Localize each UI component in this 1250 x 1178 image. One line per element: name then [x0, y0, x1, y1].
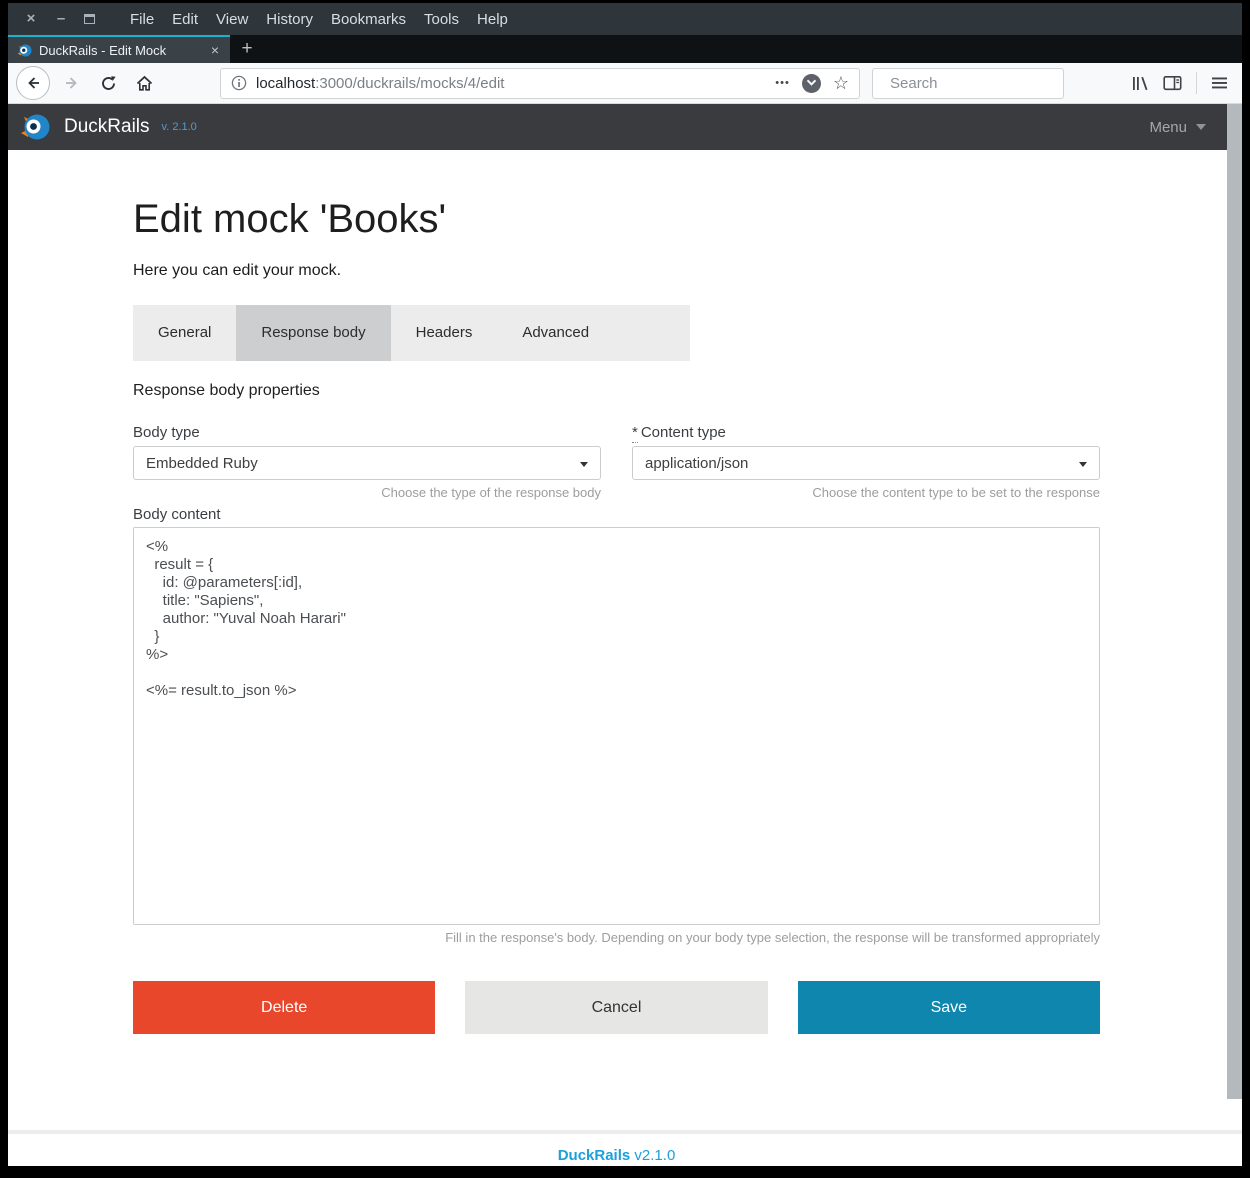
navigation-toolbar: localhost:3000/duckrails/mocks/4/edit ••…	[8, 63, 1242, 104]
bookmark-star-icon[interactable]: ☆	[833, 74, 849, 92]
content-type-label: * Content type	[632, 424, 1100, 443]
body-type-field: Body type Embedded Ruby Choose the type …	[133, 424, 601, 500]
content-type-label-text: Content type	[640, 424, 726, 441]
back-arrow-icon	[28, 77, 39, 89]
reload-icon	[101, 75, 116, 90]
body-content-field: Body content <% result = { id: @paramete…	[133, 506, 1100, 945]
window-minimize-icon[interactable]: –	[54, 11, 68, 26]
forward-arrow-icon	[66, 77, 77, 89]
desktop-background: { "browser_window": { "controls": { "clo…	[0, 0, 1250, 1178]
titlebar: × – File Edit View History Bookmarks Too…	[8, 3, 1242, 35]
menu-bookmarks[interactable]: Bookmarks	[322, 11, 415, 28]
pocket-icon[interactable]	[801, 73, 821, 93]
menu-edit[interactable]: Edit	[163, 11, 207, 28]
body-content-textarea[interactable]: <% result = { id: @parameters[:id], titl…	[133, 527, 1100, 925]
search-box	[872, 67, 1089, 99]
tab-general[interactable]: General	[133, 305, 236, 361]
section-title: Response body properties	[133, 382, 320, 399]
body-type-help: Choose the type of the response body	[381, 485, 601, 500]
type-fields-row: Body type Embedded Ruby Choose the type …	[133, 424, 1100, 500]
url-text: localhost:3000/duckrails/mocks/4/edit	[256, 75, 775, 92]
url-actions: ••• ☆	[775, 73, 849, 93]
browser-window: × – File Edit View History Bookmarks Too…	[8, 3, 1242, 1166]
delete-button[interactable]: Delete	[133, 981, 436, 1034]
sidebar-button[interactable]	[1163, 75, 1182, 91]
body-content-label: Body content	[133, 506, 221, 523]
required-asterisk: *	[632, 424, 638, 443]
chevron-down-icon	[1196, 124, 1206, 135]
url-bar[interactable]: localhost:3000/duckrails/mocks/4/edit ••…	[220, 67, 860, 99]
brand-link[interactable]: DuckRails	[64, 116, 150, 138]
page-scrollbar[interactable]	[1227, 104, 1242, 1099]
forward-button[interactable]	[58, 69, 86, 97]
page-content: Edit mock 'Books' Here you can edit your…	[8, 196, 1242, 1164]
body-type-label: Body type	[133, 424, 200, 441]
cancel-button[interactable]: Cancel	[465, 981, 768, 1034]
navbar-menu-label: Menu	[1149, 118, 1187, 136]
url-host: localhost	[256, 74, 316, 92]
tab-strip: DuckRails - Edit Mock × +	[8, 35, 1242, 63]
menu-file[interactable]: File	[121, 11, 163, 28]
reload-button[interactable]	[94, 69, 122, 97]
footer-version: v2.1.0	[634, 1147, 676, 1164]
tab-title: DuckRails - Edit Mock	[39, 42, 167, 58]
window-close-icon[interactable]: ×	[24, 11, 38, 26]
body-type-value: Embedded Ruby	[146, 454, 258, 472]
content-type-value: application/json	[645, 454, 749, 472]
site-navbar: DuckRails v. 2.1.0 Menu	[8, 104, 1242, 150]
home-button[interactable]	[130, 69, 158, 97]
version-label: v. 2.1.0	[161, 121, 197, 133]
page-title: Edit mock 'Books'	[133, 197, 447, 241]
toolbar-separator	[1196, 72, 1197, 94]
home-icon	[136, 75, 152, 91]
duckrails-favicon-icon	[17, 44, 32, 56]
toolbar-right-icons	[1131, 72, 1234, 94]
url-path: :3000/duckrails/mocks/4/edit	[315, 74, 505, 92]
page-actions-icon[interactable]: •••	[775, 77, 790, 89]
footer-brand-link[interactable]: DuckRails	[558, 1147, 631, 1164]
tab-close-icon[interactable]: ×	[209, 42, 221, 58]
tab-response-body[interactable]: Response body	[236, 305, 391, 361]
library-icon	[1133, 76, 1148, 90]
back-button[interactable]	[16, 66, 50, 100]
browser-tab[interactable]: DuckRails - Edit Mock ×	[8, 35, 230, 63]
site-info-icon[interactable]	[231, 75, 247, 91]
page-subtitle: Here you can edit your mock.	[133, 262, 342, 279]
content-type-field: * Content type application/json Choose th…	[632, 424, 1100, 500]
window-maximize-icon[interactable]	[84, 14, 95, 24]
save-button[interactable]: Save	[797, 981, 1100, 1034]
menu-view[interactable]: View	[207, 11, 257, 28]
library-button[interactable]	[1131, 75, 1149, 92]
menu-help[interactable]: Help	[468, 11, 517, 28]
menubar: File Edit View History Bookmarks Tools H…	[121, 11, 517, 28]
tab-headers[interactable]: Headers	[391, 305, 498, 361]
menu-history[interactable]: History	[257, 11, 322, 28]
mock-tabs: General Response body Headers Advanced	[133, 305, 690, 361]
content-type-help: Choose the content type to be set to the…	[812, 485, 1100, 500]
new-tab-button[interactable]: +	[230, 35, 264, 63]
navbar-menu-toggle[interactable]: Menu	[1149, 119, 1206, 136]
site-footer: DuckRails v2.1.0	[133, 1147, 1100, 1164]
form-actions: Delete Cancel Save	[133, 981, 1100, 1034]
content-type-select[interactable]: application/json	[632, 446, 1100, 480]
app-menu-button[interactable]	[1211, 76, 1228, 90]
sidebar-icon	[1163, 75, 1182, 91]
duckrails-logo-icon[interactable]	[20, 112, 50, 142]
body-content-help: Fill in the response's body. Depending o…	[445, 930, 1100, 945]
search-input[interactable]	[890, 74, 1089, 92]
footer-divider	[8, 1130, 1242, 1134]
menu-tools[interactable]: Tools	[415, 11, 468, 28]
body-type-select[interactable]: Embedded Ruby	[133, 446, 601, 480]
tab-advanced[interactable]: Advanced	[497, 305, 614, 361]
window-controls: × –	[24, 11, 95, 26]
hamburger-icon	[1212, 77, 1227, 89]
